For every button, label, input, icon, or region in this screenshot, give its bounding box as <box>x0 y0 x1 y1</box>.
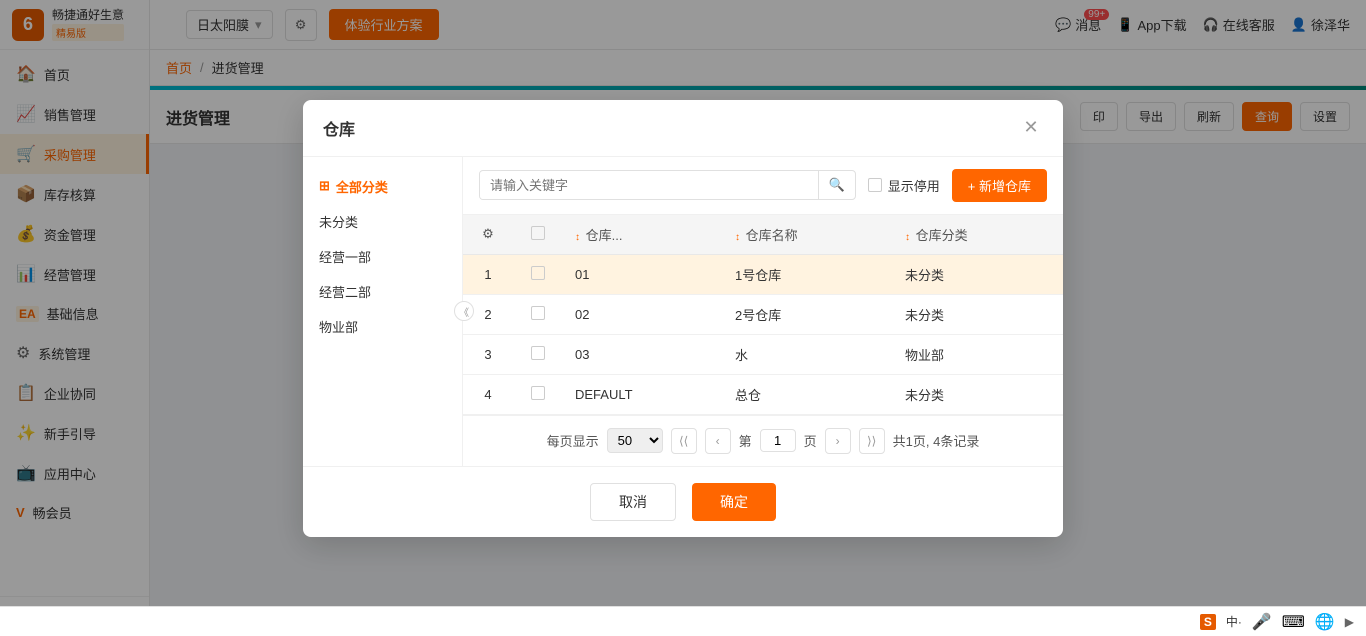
category-label-1: 经营一部 <box>319 250 371 265</box>
mic-icon[interactable]: 🎤 <box>1252 612 1272 632</box>
status-bar: S 中· 🎤 ⌨ 🌐 ▶ <box>0 606 1366 636</box>
row-code: 02 <box>563 294 723 334</box>
cancel-button[interactable]: 取消 <box>590 483 676 521</box>
modal-overlay: 仓库 ✕ ⊞ 全部分类 未分类 经营一部 经营二部 <box>0 0 1366 636</box>
grid-icon: ⊞ <box>319 178 330 194</box>
modal-body: ⊞ 全部分类 未分类 经营一部 经营二部 物业部 《 <box>303 157 1063 466</box>
select-all-checkbox[interactable] <box>531 226 545 240</box>
keyboard-icon[interactable]: ⌨ <box>1282 612 1305 632</box>
col-name-header: ↕ 仓库名称 <box>723 215 893 255</box>
col-checkbox-header[interactable] <box>513 215 563 255</box>
total-info: 共1页, 4条记录 <box>893 431 980 450</box>
row-checkbox[interactable] <box>513 294 563 334</box>
col-category-header: ↕ 仓库分类 <box>893 215 1063 255</box>
col-code-header: ↕ 仓库... <box>563 215 723 255</box>
row-name: 1号仓库 <box>723 254 893 294</box>
lang-icon[interactable]: 🌐 <box>1315 612 1335 632</box>
modal-header: 仓库 ✕ <box>303 100 1063 157</box>
show-disabled-toggle[interactable]: 显示停用 <box>868 176 940 195</box>
sort-icon-code: ↕ <box>575 232 580 243</box>
content-panel: 🔍 显示停用 + 新增仓库 ⚙ <box>463 157 1063 466</box>
row-index: 3 <box>463 334 513 374</box>
warehouse-modal: 仓库 ✕ ⊞ 全部分类 未分类 经营一部 经营二部 <box>303 100 1063 537</box>
col-settings[interactable]: ⚙ <box>463 215 513 255</box>
pagination: 每页显示 102050100 ⟨⟨ ‹ 第 页 › ⟩⟩ 共1页, 4条记录 <box>463 415 1063 466</box>
row-code: DEFAULT <box>563 374 723 414</box>
page-number-input[interactable] <box>760 429 796 452</box>
search-icon[interactable]: 🔍 <box>818 171 855 199</box>
category-label-2: 经营二部 <box>319 285 371 300</box>
search-box: 🔍 <box>479 170 856 200</box>
modal-actions: 取消 确定 <box>303 466 1063 537</box>
sort-icon-category: ↕ <box>905 232 910 243</box>
category-item-dept2[interactable]: 经营二部 <box>303 274 462 309</box>
row-name: 2号仓库 <box>723 294 893 334</box>
category-all[interactable]: ⊞ 全部分类 <box>303 169 462 204</box>
show-disabled-label: 显示停用 <box>888 176 940 195</box>
category-all-label: 全部分类 <box>336 177 388 196</box>
row-category: 未分类 <box>893 374 1063 414</box>
row-checkbox[interactable] <box>513 374 563 414</box>
s-logo: S <box>1200 614 1216 630</box>
category-panel: ⊞ 全部分类 未分类 经营一部 经营二部 物业部 《 <box>303 157 463 466</box>
row-code: 01 <box>563 254 723 294</box>
category-item-property[interactable]: 物业部 <box>303 309 462 344</box>
table-header: ⚙ ↕ 仓库... ↕ <box>463 215 1063 255</box>
category-label-0: 未分类 <box>319 215 358 230</box>
show-disabled-checkbox[interactable] <box>868 178 882 192</box>
last-page-button[interactable]: ⟩⟩ <box>859 428 885 454</box>
more-icon[interactable]: ▶ <box>1345 615 1354 629</box>
row-name: 水 <box>723 334 893 374</box>
row-checkbox[interactable] <box>513 334 563 374</box>
prev-page-button[interactable]: ‹ <box>705 428 731 454</box>
first-page-button[interactable]: ⟨⟨ <box>671 428 697 454</box>
table-row[interactable]: 2 02 2号仓库 未分类 <box>463 294 1063 334</box>
category-item-dept1[interactable]: 经营一部 <box>303 239 462 274</box>
table-row[interactable]: 3 03 水 物业部 <box>463 334 1063 374</box>
table-body: 1 01 1号仓库 未分类 2 02 2号仓库 未分类 3 03 水 物业部 4… <box>463 254 1063 414</box>
per-page-label: 每页显示 <box>547 431 599 450</box>
modal-title: 仓库 <box>323 116 355 140</box>
row-index: 4 <box>463 374 513 414</box>
search-input[interactable] <box>480 172 818 199</box>
row-category: 未分类 <box>893 254 1063 294</box>
row-category: 物业部 <box>893 334 1063 374</box>
collapse-category-button[interactable]: 《 <box>454 301 474 321</box>
row-checkbox[interactable] <box>513 254 563 294</box>
content-toolbar: 🔍 显示停用 + 新增仓库 <box>463 157 1063 215</box>
table-settings-icon: ⚙ <box>482 226 494 241</box>
confirm-button[interactable]: 确定 <box>692 483 776 521</box>
zh-label: 中· <box>1226 613 1242 630</box>
row-index: 1 <box>463 254 513 294</box>
row-category: 未分类 <box>893 294 1063 334</box>
warehouse-table: ⚙ ↕ 仓库... ↕ <box>463 215 1063 415</box>
page-label-pre: 第 <box>739 431 752 450</box>
add-warehouse-button[interactable]: + 新增仓库 <box>952 169 1047 202</box>
category-item-unclassified[interactable]: 未分类 <box>303 204 462 239</box>
next-page-button[interactable]: › <box>825 428 851 454</box>
category-label-3: 物业部 <box>319 320 358 335</box>
warehouse-table-wrap: ⚙ ↕ 仓库... ↕ <box>463 215 1063 415</box>
table-row[interactable]: 1 01 1号仓库 未分类 <box>463 254 1063 294</box>
table-row[interactable]: 4 DEFAULT 总仓 未分类 <box>463 374 1063 414</box>
sort-icon-name: ↕ <box>735 232 740 243</box>
row-name: 总仓 <box>723 374 893 414</box>
per-page-select[interactable]: 102050100 <box>607 428 663 453</box>
modal-close-button[interactable]: ✕ <box>1019 116 1043 140</box>
row-code: 03 <box>563 334 723 374</box>
page-suffix: 页 <box>804 431 817 450</box>
